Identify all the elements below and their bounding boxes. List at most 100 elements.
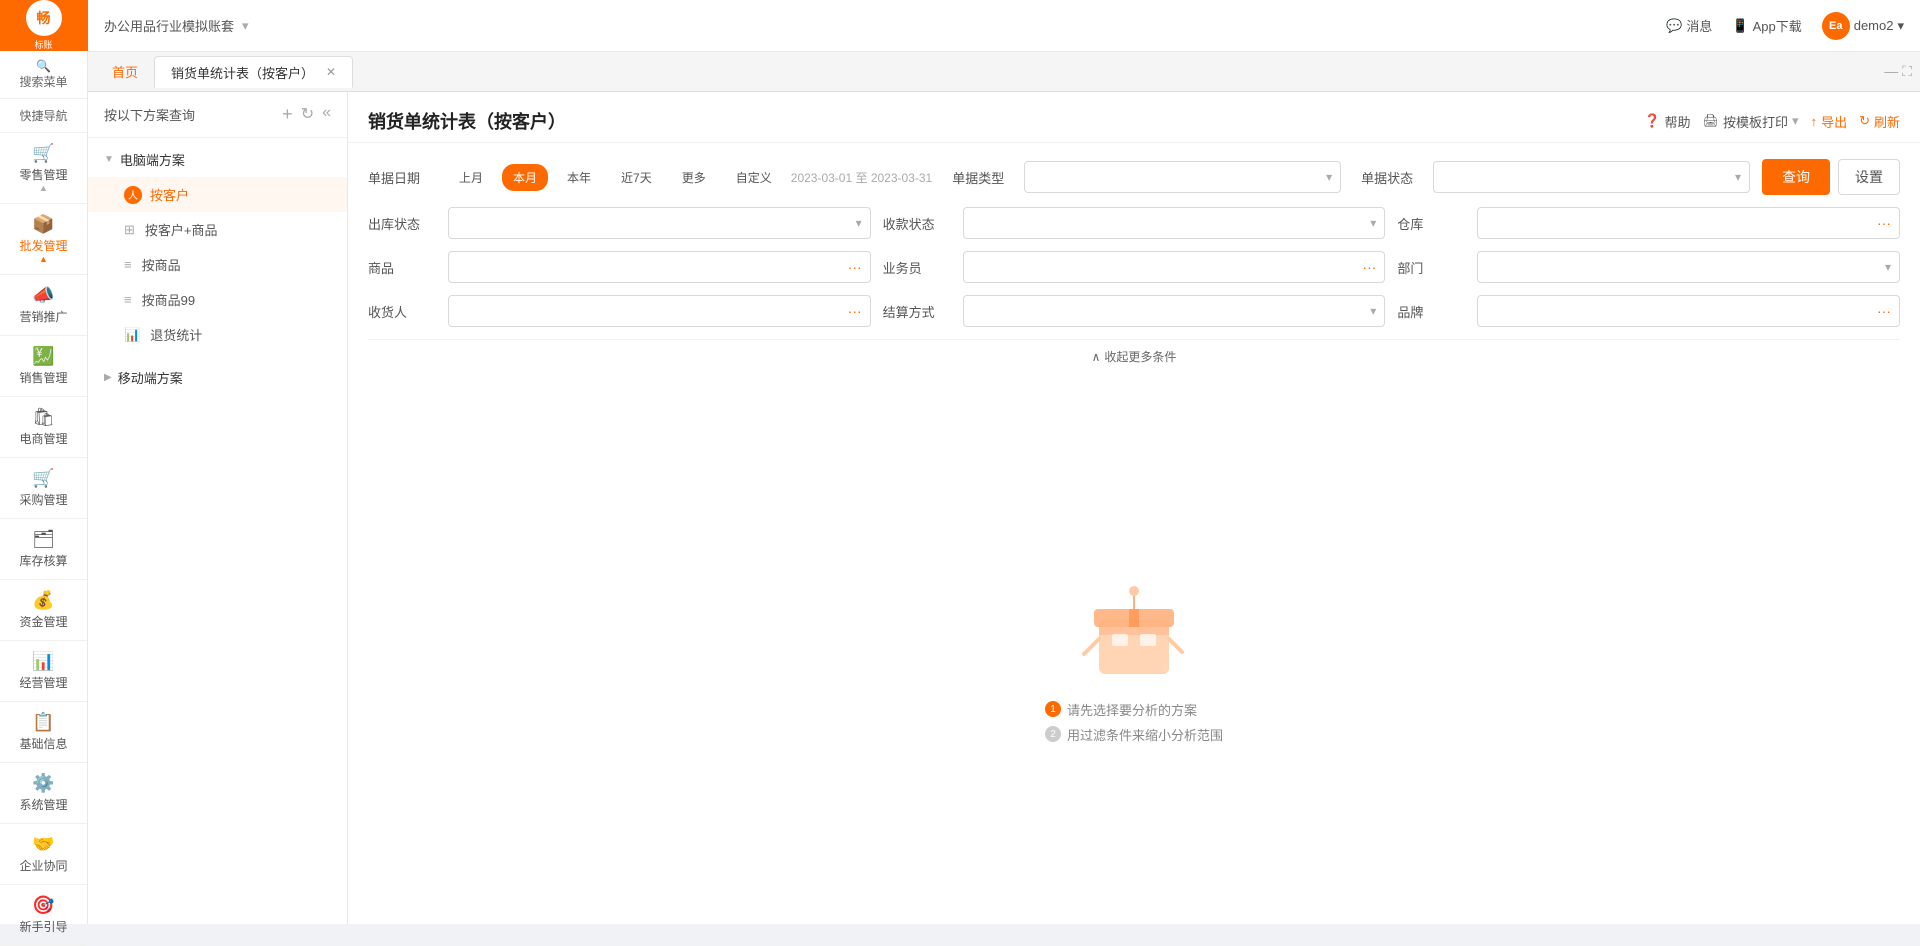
plan-item-goods99[interactable]: ≡ 按商品99	[88, 282, 347, 317]
plan-item-by-goods[interactable]: ≡ 按商品	[88, 247, 347, 282]
query-btn[interactable]: 查询	[1762, 159, 1830, 195]
sidebar-item-label: 系统管理	[19, 796, 67, 813]
department-label: 部门	[1397, 258, 1477, 277]
sidebar-item-marketing[interactable]: 📣 营销推广	[0, 275, 87, 336]
expand-icon: ▲	[39, 183, 48, 193]
chevron-dept-icon: ▾	[1885, 260, 1891, 274]
quick-nav[interactable]: 快捷导航	[0, 99, 87, 133]
collapse-filter-btn[interactable]: ∧ 收起更多条件	[368, 339, 1900, 373]
date-btn-thisyear[interactable]: 本年	[556, 164, 602, 191]
filter-area: 单据日期 上月 本月 本年 近7天 更多 自定义 2023-03-01 至 20…	[348, 143, 1920, 389]
collection-status-select[interactable]: ▾	[963, 207, 1386, 239]
username-label: demo2	[1854, 18, 1894, 33]
export-btn[interactable]: ↑ 导出	[1811, 112, 1848, 131]
plan-group-mobile: ▶ 移动端方案	[88, 356, 347, 399]
tab-close-icon[interactable]: ✕	[326, 65, 336, 79]
settle-method-label: 结算方式	[883, 302, 963, 321]
sidebar-item-ecommerce[interactable]: 🛍 电商管理	[0, 397, 87, 458]
settle-method-select[interactable]: ▾	[963, 295, 1386, 327]
export-label: 导出	[1821, 112, 1847, 131]
empty-hint2: 2 用过滤条件来缩小分析范围	[1045, 725, 1223, 744]
tab-sales-stat[interactable]: 销货单统计表（按客户） ✕	[154, 56, 353, 88]
plan-group-mobile-title[interactable]: ▶ 移动端方案	[88, 360, 347, 395]
marketing-icon: 📣	[32, 285, 54, 306]
receiver-input[interactable]: ···	[448, 295, 871, 327]
sidebar-item-label: 电商管理	[19, 430, 67, 447]
message-icon: 💬	[1666, 18, 1682, 34]
topbar-right: 💬 消息 📱 App下载 Ea demo2 ▾	[1666, 12, 1904, 40]
sidebar-item-collab[interactable]: 🤝 企业协同	[0, 824, 87, 885]
brand-input[interactable]: ···	[1477, 295, 1900, 327]
date-btn-lastmonth[interactable]: 上月	[448, 164, 494, 191]
message-btn[interactable]: 💬 消息	[1666, 16, 1712, 35]
warehouse-input[interactable]: ···	[1477, 207, 1900, 239]
tab-maximize-icon[interactable]: ⛶	[1902, 63, 1912, 80]
sidebar-item-system[interactable]: ⚙️ 系统管理	[0, 763, 87, 824]
plan-item-by-customer[interactable]: 人 按客户	[88, 177, 347, 212]
sidebar-item-wholesale[interactable]: 📦 批发管理 ▲	[0, 204, 87, 275]
sidebar-logo[interactable]: 畅 标账	[0, 0, 88, 51]
help-icon: ❓	[1644, 113, 1660, 129]
collapse-panel-btn[interactable]: «	[322, 104, 331, 125]
plan-item-label: 按商品	[142, 255, 181, 274]
help-btn[interactable]: ❓ 帮助	[1644, 112, 1690, 131]
date-btn-thismonth[interactable]: 本月	[502, 164, 548, 191]
sidebar-item-guide[interactable]: 🎯 新手引导	[0, 885, 87, 946]
chevron-out-icon: ▾	[856, 216, 862, 230]
date-btn-more[interactable]: 更多	[671, 164, 717, 191]
sidebar-item-purchase[interactable]: 🛒 采购管理	[0, 458, 87, 519]
date-btn-custom[interactable]: 自定义	[725, 164, 783, 191]
topbar-dropdown-arrow[interactable]: ▾	[242, 18, 249, 34]
print-icon: 🖨	[1703, 113, 1720, 129]
dots-receiver-icon: ···	[848, 303, 862, 319]
plan-item-customer-goods[interactable]: ⊞ 按客户+商品	[88, 212, 347, 247]
order-type-select[interactable]: ▾	[1024, 161, 1341, 193]
hint2-label: 用过滤条件来缩小分析范围	[1067, 725, 1223, 744]
sidebar-item-retail[interactable]: 🛒 零售管理 ▲	[0, 133, 87, 204]
logo-icon: 畅	[26, 0, 62, 36]
collapse-label: 收起更多条件	[1104, 348, 1176, 365]
sidebar-item-finance[interactable]: 💰 资金管理	[0, 580, 87, 641]
chart-icon: 📊	[124, 327, 140, 343]
content-area: 按以下方案查询 + ↻ « ▼ 电脑端方案 人 按客户 ⊞	[88, 92, 1920, 924]
filter-row2: 出库状态 ▾ 收款状态 ▾ 仓库	[368, 207, 1900, 239]
dots-warehouse-icon: ···	[1877, 215, 1891, 231]
order-status-area: 单据状态 ▾	[1341, 161, 1750, 193]
collapse-up-icon: ∧	[1092, 350, 1101, 364]
refresh-plan-btn[interactable]: ↻	[301, 104, 314, 125]
sidebar-item-sales[interactable]: 💹 销售管理	[0, 336, 87, 397]
sidebar-item-basic[interactable]: 📋 基础信息	[0, 702, 87, 763]
order-status-select[interactable]: ▾	[1433, 161, 1750, 193]
out-status-select[interactable]: ▾	[448, 207, 871, 239]
sidebar-search[interactable]: 🔍 搜索菜单	[0, 51, 87, 99]
chevron-settle-icon: ▾	[1370, 304, 1376, 318]
plan-group-pc-title[interactable]: ▼ 电脑端方案	[88, 142, 347, 177]
add-plan-btn[interactable]: +	[282, 104, 293, 125]
sidebar-item-inventory[interactable]: 🗂 库存核算	[0, 519, 87, 580]
collab-icon: 🤝	[32, 834, 54, 855]
print-btn[interactable]: 🖨 按模板打印 ▾	[1703, 112, 1799, 131]
plan-item-return-stat[interactable]: 📊 退货统计	[88, 317, 347, 352]
goods-input[interactable]: ···	[448, 251, 871, 283]
sidebar-item-operation[interactable]: 📊 经营管理	[0, 641, 87, 702]
warehouse-item: 仓库 ···	[1397, 207, 1900, 239]
salesman-input[interactable]: ···	[963, 251, 1386, 283]
user-menu[interactable]: Ea demo2 ▾	[1822, 12, 1904, 40]
app-download-btn[interactable]: 📱 App下载	[1732, 16, 1801, 35]
salesman-item: 业务员 ···	[883, 251, 1386, 283]
settings-btn[interactable]: 设置	[1838, 159, 1900, 195]
refresh-btn[interactable]: ↻ 刷新	[1859, 112, 1900, 131]
receiver-item: 收货人 ···	[368, 295, 871, 327]
tab-home[interactable]: 首页	[96, 56, 154, 88]
date-btn-7days[interactable]: 近7天	[610, 164, 663, 191]
plan-group-mobile-label: 移动端方案	[118, 368, 183, 387]
settle-method-item: 结算方式 ▾	[883, 295, 1386, 327]
tab-minimize-icon[interactable]: —	[1884, 63, 1898, 80]
quick-nav-label: 快捷导航	[19, 109, 67, 123]
department-select[interactable]: ▾	[1477, 251, 1900, 283]
industry-label: 办公用品行业模拟账套	[104, 16, 234, 35]
page-header: 销货单统计表（按客户） ❓ 帮助 🖨 按模板打印 ▾ ↑ 导出	[348, 92, 1920, 143]
goods-label: 商品	[368, 258, 448, 277]
collection-status-label: 收款状态	[883, 214, 963, 233]
main-area: 办公用品行业模拟账套 ▾ 💬 消息 📱 App下载 Ea demo2 ▾ 首页 …	[88, 0, 1920, 924]
